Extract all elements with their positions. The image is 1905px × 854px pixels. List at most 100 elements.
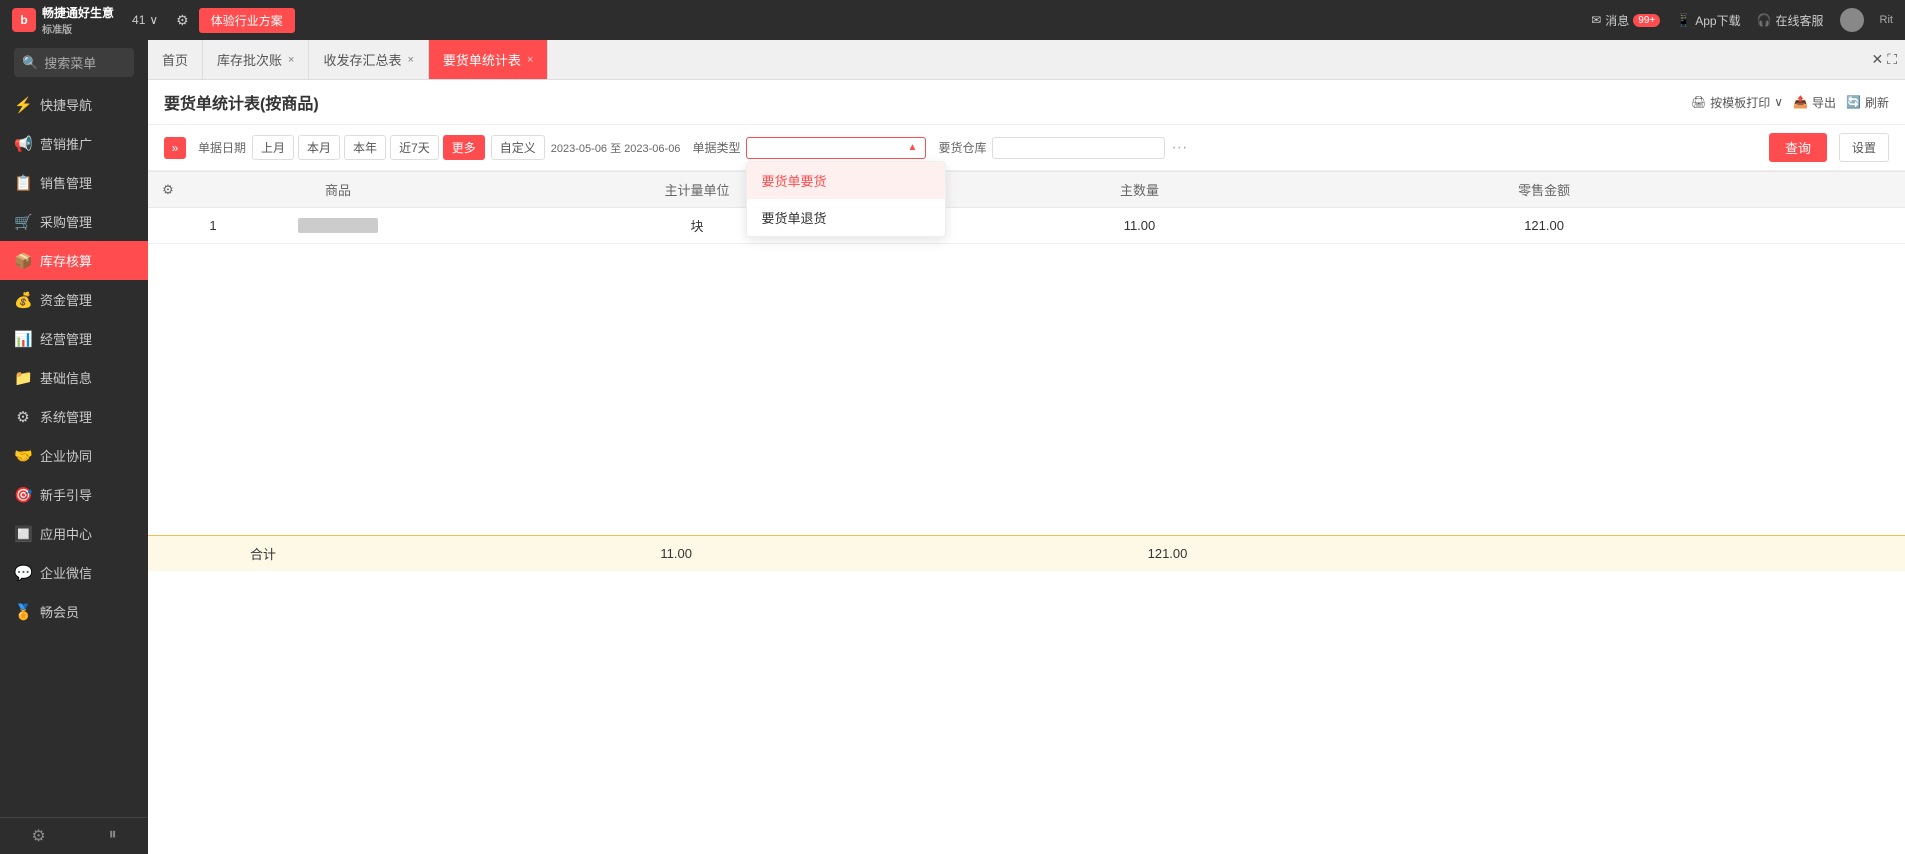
column-settings-icon: ⚙: [162, 182, 174, 197]
chevron-down-icon: ∨: [149, 13, 158, 27]
type-select-value: [755, 141, 875, 155]
tab-home[interactable]: 首页: [148, 40, 203, 79]
dropdown-item-order-return[interactable]: 要货单退货: [747, 199, 945, 236]
sidebar-item-system[interactable]: ⚙ 系统管理: [0, 397, 148, 436]
headset-icon: 🎧: [1757, 13, 1772, 27]
search-menu-button[interactable]: 🔍 搜索菜单: [14, 48, 134, 77]
date-btn-last-month[interactable]: 上月: [252, 135, 294, 160]
sidebar-label-guide: 新手引导: [40, 485, 92, 504]
date-buttons: 上月 本月 本年 近7天 更多: [252, 135, 485, 160]
sidebar-item-purchase[interactable]: 🛒 采购管理: [0, 202, 148, 241]
date-btn-this-month[interactable]: 本月: [298, 135, 340, 160]
sidebar-item-sales[interactable]: 📋 销售管理: [0, 163, 148, 202]
total-row: 合计 11.00 121.00: [148, 535, 1905, 571]
tab-close-all-icon[interactable]: ✕: [1871, 51, 1883, 68]
export-icon: 📤: [1793, 95, 1808, 109]
message-icon: ✉: [1591, 13, 1601, 27]
tab-collect-summary-close[interactable]: ×: [407, 54, 413, 66]
app-download-button[interactable]: 📱 App下载: [1676, 12, 1740, 29]
filter-more-icon[interactable]: ···: [1171, 139, 1187, 157]
sidebar-label-sales: 销售管理: [40, 173, 92, 192]
date-btn-this-year[interactable]: 本年: [344, 135, 386, 160]
dropdown-item-order-goods-label: 要货单要货: [761, 174, 826, 189]
cell-settings: [148, 208, 188, 244]
product-name-blurred: ████████: [298, 218, 378, 233]
export-button[interactable]: 📤 导出: [1793, 94, 1836, 111]
sidebar-item-member[interactable]: 🏅 畅会员: [0, 592, 148, 631]
cell-quantity: 11.00: [956, 208, 1323, 244]
warehouse-label: 要货仓库: [938, 139, 986, 156]
date-btn-last-7-days[interactable]: 近7天: [390, 135, 439, 160]
export-label: 导出: [1812, 94, 1836, 111]
sidebar-label-inventory: 库存核算: [40, 251, 92, 270]
dropdown-item-order-return-label: 要货单退货: [761, 211, 826, 226]
print-label: 按模板打印: [1710, 94, 1770, 111]
th-extra: [1765, 172, 1905, 208]
tab-order-stats-close[interactable]: ×: [527, 54, 533, 66]
settings-icon[interactable]: ⚙: [176, 12, 189, 29]
store-selector[interactable]: 41 ∨: [124, 11, 166, 29]
tab-collect-summary[interactable]: 收发存汇总表 ×: [309, 40, 428, 79]
dropdown-item-order-goods[interactable]: 要货单要货: [747, 162, 945, 199]
sidebar-item-enterprise[interactable]: 🤝 企业协同: [0, 436, 148, 475]
type-dropdown-menu: 要货单要货 要货单退货: [746, 161, 946, 237]
tab-inventory-batch[interactable]: 库存批次账 ×: [203, 40, 309, 79]
warehouse-input[interactable]: [992, 137, 1165, 159]
date-btn-more[interactable]: 更多: [443, 135, 485, 160]
date-label: 单据日期: [198, 139, 246, 156]
total-table-row: 合计 11.00 121.00: [148, 536, 1905, 571]
th-settings[interactable]: ⚙: [148, 172, 188, 208]
sidebar-item-guide[interactable]: 🎯 新手引导: [0, 475, 148, 514]
sidebar-item-finance[interactable]: 💰 资金管理: [0, 280, 148, 319]
filter-bar: » 单据日期 上月 本月 本年 近7天 更多 自定义 2023-05-06 至 …: [148, 125, 1905, 171]
sidebar-item-basic[interactable]: 📁 基础信息: [0, 358, 148, 397]
trial-button[interactable]: 体验行业方案: [199, 8, 295, 33]
type-label: 单据类型: [692, 139, 740, 156]
sidebar-item-shortcut[interactable]: ⚡ 快捷导航: [0, 85, 148, 124]
content-area: 首页 库存批次账 × 收发存汇总表 × 要货单统计表 × ✕ ⛶ 要货: [148, 40, 1905, 854]
sidebar-item-appcenter[interactable]: 🔲 应用中心: [0, 514, 148, 553]
user-avatar[interactable]: [1840, 8, 1864, 32]
query-button[interactable]: 查询: [1769, 133, 1827, 162]
header-left: b 畅捷通好生意 标准版 41 ∨ ⚙ 体验行业方案: [12, 4, 295, 36]
total-label-cell: 合计: [238, 536, 438, 571]
sidebar-label-purchase: 采购管理: [40, 212, 92, 231]
sidebar-collapse-icon[interactable]: ⏸: [109, 826, 117, 846]
setting-button[interactable]: 设置: [1839, 133, 1889, 162]
sidebar-item-marketing[interactable]: 📢 营销推广: [0, 124, 148, 163]
total-table: 合计 11.00 121.00: [148, 536, 1905, 571]
tab-expand-icon[interactable]: ⛶: [1887, 51, 1897, 68]
user-name: Rit: [1880, 14, 1893, 26]
basic-icon: 📁: [14, 369, 32, 387]
messages-button[interactable]: ✉ 消息 99+: [1591, 12, 1660, 29]
table-area: ⚙ 商品 主计量单位 主数量 零售金额: [148, 171, 1905, 571]
filter-expand-button[interactable]: »: [164, 137, 186, 159]
sidebar-item-operation[interactable]: 📊 经营管理: [0, 319, 148, 358]
sidebar-item-wechat[interactable]: 💬 企业微信: [0, 553, 148, 592]
search-icon: 🔍: [22, 55, 38, 71]
total-amount-cell: 121.00: [1136, 536, 1695, 571]
sidebar-label-marketing: 营销推广: [40, 134, 92, 153]
refresh-button[interactable]: 🔄 刷新: [1846, 94, 1889, 111]
total-unit-cell: [438, 536, 648, 571]
page-content: 要货单统计表(按商品) 🖨 按模板打印 ∨ 📤 导出 🔄 刷新: [148, 80, 1905, 854]
app-name: 畅捷通好生意: [42, 4, 114, 21]
total-settings-cell: [148, 536, 188, 571]
tab-inventory-batch-close[interactable]: ×: [288, 54, 294, 66]
page-title: 要货单统计表(按商品): [164, 90, 319, 114]
sidebar-settings-icon[interactable]: ⚙: [31, 826, 45, 846]
online-service-button[interactable]: 🎧 在线客服: [1757, 12, 1824, 29]
tab-order-stats[interactable]: 要货单统计表 ×: [429, 40, 548, 79]
date-custom-button[interactable]: 自定义: [491, 135, 545, 160]
online-service-label: 在线客服: [1776, 12, 1824, 29]
sidebar-item-inventory[interactable]: 📦 库存核算: [0, 241, 148, 280]
guide-icon: 🎯: [14, 486, 32, 504]
app-subtitle: 标准版: [42, 21, 114, 36]
type-select-container: ▲ 要货单要货 要货单退货: [746, 137, 926, 159]
sidebar-label-system: 系统管理: [40, 407, 92, 426]
type-select[interactable]: ▲: [746, 137, 926, 159]
print-button[interactable]: 🖨 按模板打印 ∨: [1691, 94, 1783, 111]
page-header: 要货单统计表(按商品) 🖨 按模板打印 ∨ 📤 导出 🔄 刷新: [148, 80, 1905, 125]
main-layout: 🔍 搜索菜单 ⚡ 快捷导航 📢 营销推广 📋 销售管理 🛒 采购管理 📦 库存核…: [0, 40, 1905, 854]
warehouse-filter-group: 要货仓库 ···: [938, 137, 1187, 159]
